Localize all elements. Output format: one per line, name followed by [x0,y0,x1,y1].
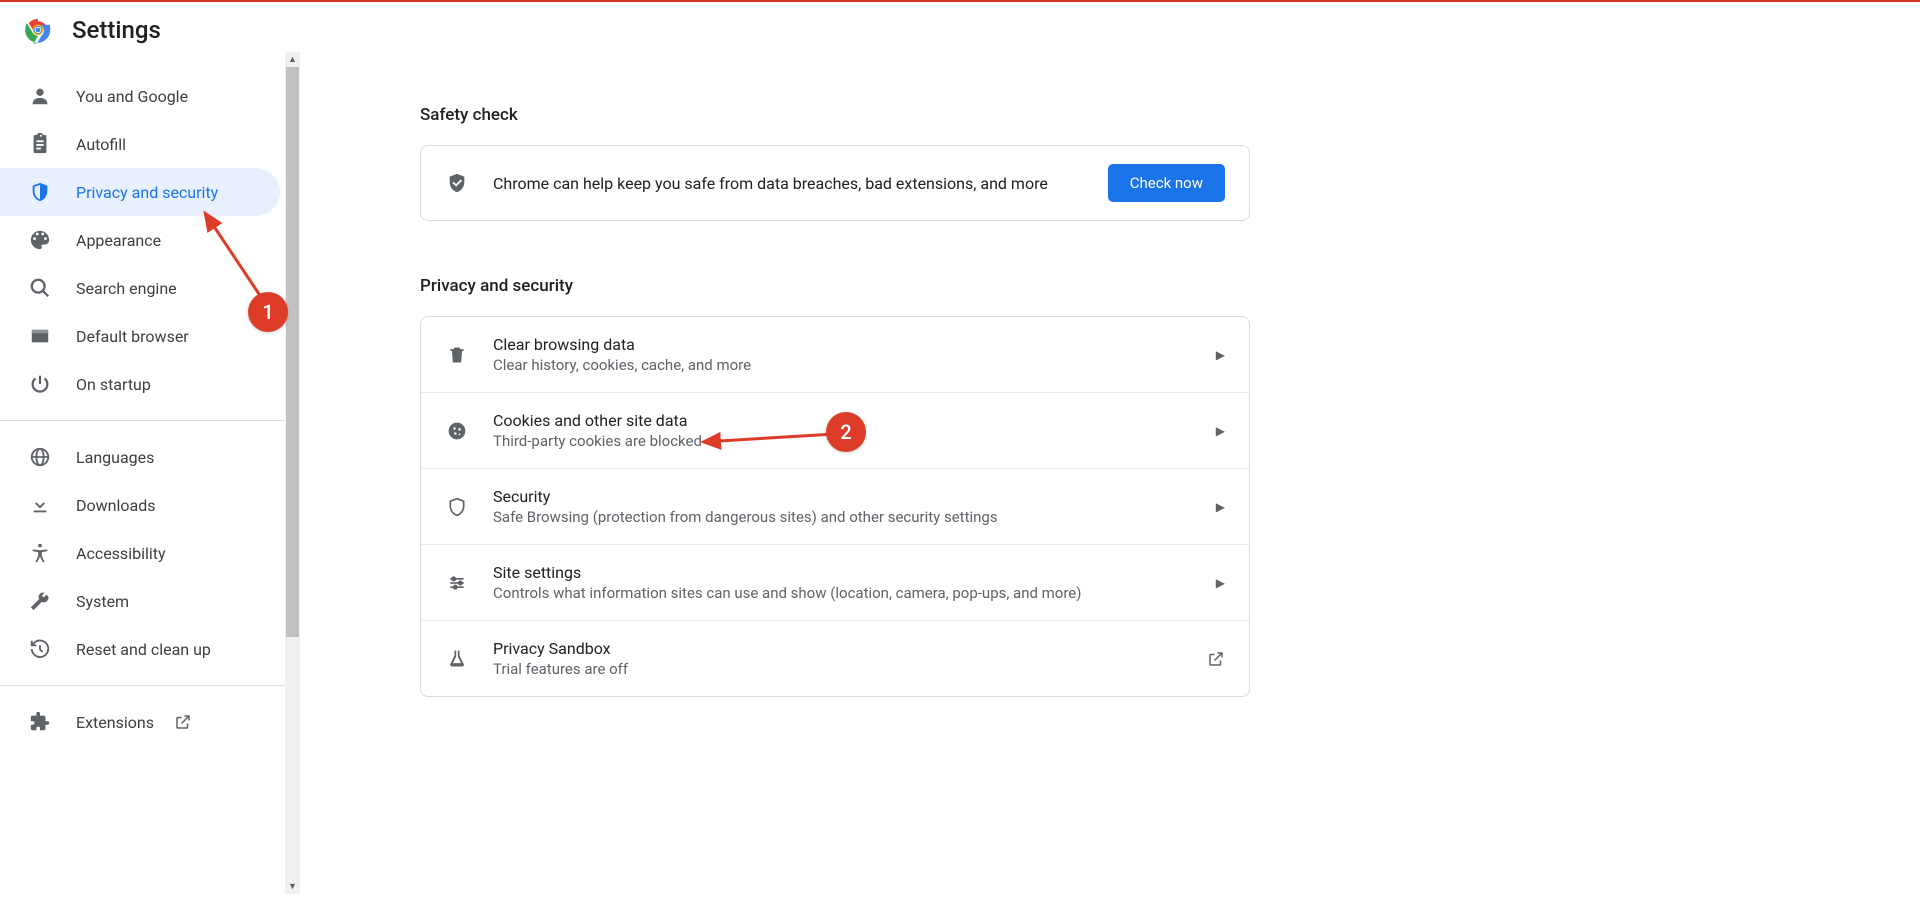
sidebar-item-downloads[interactable]: Downloads [0,481,280,529]
chevron-right-icon: ▶ [1216,500,1225,514]
annotation-marker-2: 2 [826,412,866,452]
trash-icon [445,343,469,367]
browser-icon [28,324,52,348]
sliders-icon [445,571,469,595]
shield-icon [28,180,52,204]
annotation-marker-1: 1 [248,292,288,332]
content-area: Safety check Chrome can help keep you sa… [300,52,1920,894]
sidebar-item-label: Search engine [76,279,177,298]
scrollbar[interactable]: ▲ ▼ [285,52,300,894]
row-subtitle: Safe Browsing (protection from dangerous… [493,508,1216,526]
sidebar-item-label: System [76,592,129,611]
flask-icon [445,647,469,671]
section-heading: Safety check [420,105,1250,125]
sidebar-item-label: Extensions [76,713,154,732]
chevron-right-icon: ▶ [1216,424,1225,438]
section-heading: Privacy and security [420,276,1250,296]
row-title: Clear browsing data [493,335,1216,354]
power-icon [28,372,52,396]
sidebar-item-system[interactable]: System [0,577,280,625]
download-icon [28,493,52,517]
globe-icon [28,445,52,469]
chrome-logo-icon [24,16,52,44]
sidebar-item-label: Appearance [76,231,161,250]
puzzle-icon [28,710,52,734]
page-title: Settings [72,16,161,44]
row-privacy-sandbox[interactable]: Privacy Sandbox Trial features are off [421,620,1249,696]
row-clear-browsing-data[interactable]: Clear browsing data Clear history, cooki… [421,317,1249,392]
sidebar-item-label: Autofill [76,135,126,154]
sidebar-item-extensions[interactable]: Extensions [0,698,280,746]
sidebar-item-label: Reset and clean up [76,640,211,659]
accessibility-icon [28,541,52,565]
sidebar-item-reset[interactable]: Reset and clean up [0,625,280,673]
safety-check-text: Chrome can help keep you safe from data … [493,174,1108,193]
row-subtitle: Controls what information sites can use … [493,584,1216,602]
check-now-button[interactable]: Check now [1108,164,1225,202]
clipboard-icon [28,132,52,156]
chevron-right-icon: ▶ [1216,348,1225,362]
row-security[interactable]: Security Safe Browsing (protection from … [421,468,1249,544]
sidebar-item-autofill[interactable]: Autofill [0,120,280,168]
cookie-icon [445,419,469,443]
row-title: Security [493,487,1216,506]
annotation-arrow-2 [695,420,845,450]
history-icon [28,637,52,661]
person-icon [28,84,52,108]
safety-check-section: Safety check Chrome can help keep you sa… [420,105,1250,221]
sidebar-item-label: Accessibility [76,544,166,563]
wrench-icon [28,589,52,613]
palette-icon [28,228,52,252]
nav-divider [0,420,300,421]
row-title: Privacy Sandbox [493,639,1207,658]
row-subtitle: Trial features are off [493,660,1207,678]
sidebar-item-languages[interactable]: Languages [0,433,280,481]
sidebar-item-label: Languages [76,448,154,467]
sidebar-item-label: You and Google [76,87,188,106]
nav-divider [0,685,300,686]
sidebar: ▲ ▼ You and Google Autofill Privacy and … [0,52,300,894]
privacy-section: Privacy and security Clear browsing data… [420,276,1250,697]
header: Settings [0,0,1920,52]
sidebar-item-label: On startup [76,375,151,394]
scroll-down-icon[interactable]: ▼ [285,879,300,894]
sidebar-item-you-and-google[interactable]: You and Google [0,72,280,120]
row-subtitle: Clear history, cookies, cache, and more [493,356,1216,374]
safety-check-row: Chrome can help keep you safe from data … [421,146,1249,220]
scroll-up-icon[interactable]: ▲ [285,52,300,67]
search-icon [28,276,52,300]
scrollbar-thumb[interactable] [286,67,299,637]
sidebar-item-on-startup[interactable]: On startup [0,360,280,408]
external-link-icon [174,713,192,731]
external-link-icon [1207,650,1225,668]
row-title: Site settings [493,563,1216,582]
sidebar-item-accessibility[interactable]: Accessibility [0,529,280,577]
row-site-settings[interactable]: Site settings Controls what information … [421,544,1249,620]
shield-outline-icon [445,495,469,519]
sidebar-item-default-browser[interactable]: Default browser [0,312,280,360]
sidebar-item-label: Downloads [76,496,155,515]
shield-check-icon [445,171,469,195]
chevron-right-icon: ▶ [1216,576,1225,590]
sidebar-item-label: Default browser [76,327,189,346]
sidebar-item-label: Privacy and security [76,183,218,202]
